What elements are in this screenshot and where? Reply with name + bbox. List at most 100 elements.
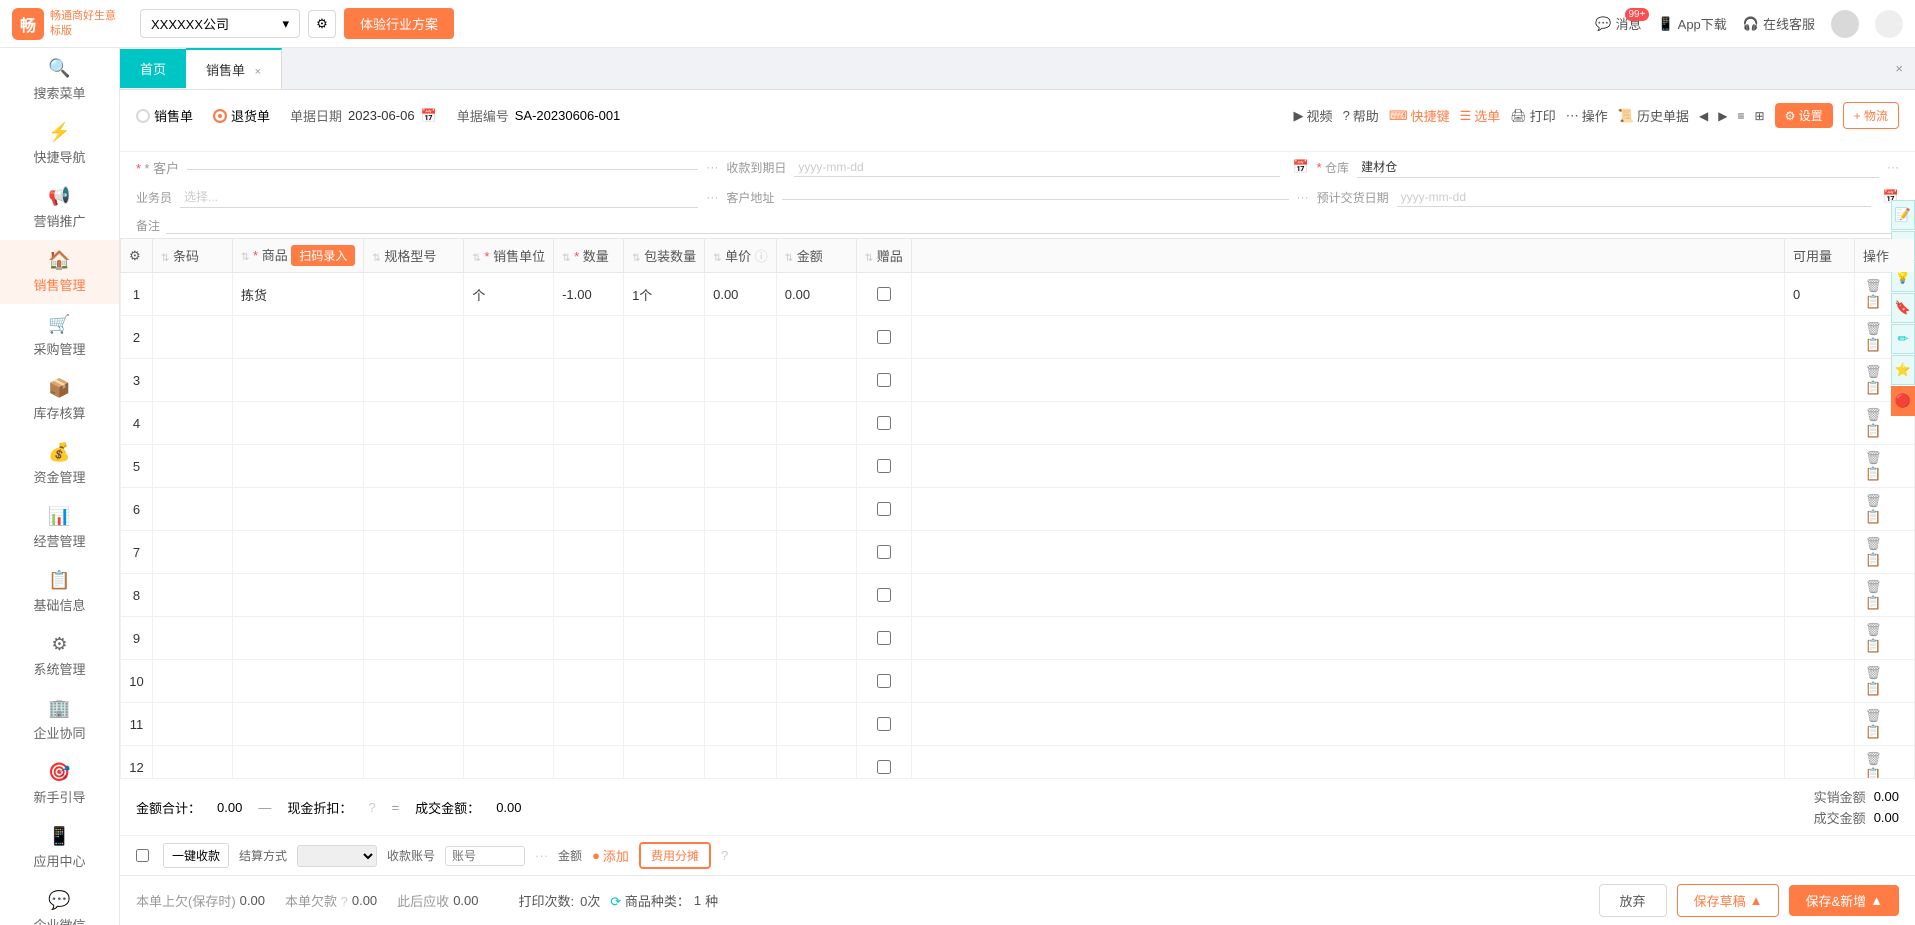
cell-product-11[interactable] (233, 746, 364, 779)
cell-unit-5[interactable] (464, 488, 554, 531)
cell-product-7[interactable] (233, 574, 364, 617)
expense-btn[interactable]: 费用分摊 (639, 842, 711, 869)
cell-price-10[interactable] (705, 703, 777, 746)
cell-gift-8[interactable] (856, 617, 911, 660)
cell-amount-2[interactable] (776, 359, 856, 402)
cell-gift-1[interactable] (856, 316, 911, 359)
cell-product-10[interactable] (233, 703, 364, 746)
salesperson-dots-btn[interactable]: ··· (706, 190, 718, 204)
cell-qty-9[interactable] (554, 660, 624, 703)
delete-btn-6[interactable]: 🗑 (1865, 536, 1882, 551)
cell-spec-2[interactable] (364, 359, 464, 402)
customer-value[interactable] (187, 165, 698, 170)
remark-input[interactable] (166, 216, 1899, 234)
cell-price-9[interactable] (705, 660, 777, 703)
cell-unit-2[interactable] (464, 359, 554, 402)
sidebar-item-purchase[interactable]: 🛒 采购管理 (0, 304, 119, 368)
cell-spec-4[interactable] (364, 445, 464, 488)
cell-product-6[interactable] (233, 531, 364, 574)
cell-amount-6[interactable] (776, 531, 856, 574)
cell-pack-9[interactable] (624, 660, 705, 703)
sidebar-item-newbie[interactable]: 🎯 新手引导 (0, 752, 119, 816)
cell-unit-4[interactable] (464, 445, 554, 488)
dots-btn[interactable]: ··· (535, 848, 548, 863)
delete-btn-4[interactable]: 🗑 (1865, 450, 1882, 465)
cell-spec-11[interactable] (364, 746, 464, 779)
cell-price-5[interactable] (705, 488, 777, 531)
cell-barcode-10[interactable] (153, 703, 233, 746)
scan-input-btn[interactable]: 扫码录入 (291, 245, 355, 266)
online-support-button[interactable]: 🎧 在线客服 (1743, 14, 1815, 33)
delete-btn-7[interactable]: 🗑 (1865, 579, 1882, 594)
cell-pack-5[interactable] (624, 488, 705, 531)
cell-unit-3[interactable] (464, 402, 554, 445)
cell-spec-8[interactable] (364, 617, 464, 660)
price-info-icon[interactable]: ⓘ (755, 249, 768, 264)
expense-help-icon[interactable]: ? (721, 848, 728, 863)
cell-barcode-11[interactable] (153, 746, 233, 779)
copy-btn-10[interactable]: 📋 (1865, 724, 1881, 739)
expected-delivery-value[interactable]: yyyy-mm-dd (1397, 188, 1871, 207)
copy-btn-2[interactable]: 📋 (1865, 380, 1881, 395)
cell-price-6[interactable] (705, 531, 777, 574)
cell-amount-5[interactable] (776, 488, 856, 531)
account-input[interactable] (445, 846, 525, 866)
gift-checkbox-7[interactable] (877, 588, 891, 602)
cell-qty-0[interactable]: -1.00 (554, 273, 624, 316)
tab-close-all[interactable]: × (1895, 61, 1915, 76)
cell-spec-1[interactable] (364, 316, 464, 359)
gift-checkbox-9[interactable] (877, 674, 891, 688)
cell-qty-11[interactable] (554, 746, 624, 779)
cell-gift-9[interactable] (856, 660, 911, 703)
cell-gift-10[interactable] (856, 703, 911, 746)
cell-unit-1[interactable] (464, 316, 554, 359)
cell-pack-4[interactable] (624, 445, 705, 488)
delete-btn-9[interactable]: 🗑 (1865, 665, 1882, 680)
one-click-btn[interactable]: 一键收款 (163, 843, 229, 868)
cell-qty-6[interactable] (554, 531, 624, 574)
cell-amount-8[interactable] (776, 617, 856, 660)
cell-pack-6[interactable] (624, 531, 705, 574)
cell-amount-9[interactable] (776, 660, 856, 703)
customer-address-value[interactable] (782, 195, 1288, 200)
gift-checkbox-6[interactable] (877, 545, 891, 559)
warehouse-dots-btn[interactable]: ··· (1887, 160, 1899, 174)
sidebar-item-marketing[interactable]: 📢 营销推广 (0, 176, 119, 240)
cell-spec-10[interactable] (364, 703, 464, 746)
cell-price-7[interactable] (705, 574, 777, 617)
cell-price-4[interactable] (705, 445, 777, 488)
grid-view-btn[interactable]: ⊞ (1755, 109, 1765, 123)
sidebar-item-operation[interactable]: 📊 经营管理 (0, 496, 119, 560)
sidebar-item-finance[interactable]: 💰 资金管理 (0, 432, 119, 496)
cell-barcode-5[interactable] (153, 488, 233, 531)
actions-btn[interactable]: ⋯ 操作 (1566, 106, 1608, 125)
cell-amount-4[interactable] (776, 445, 856, 488)
cell-barcode-9[interactable] (153, 660, 233, 703)
debt-info-icon[interactable]: ? (341, 894, 348, 909)
cell-pack-8[interactable] (624, 617, 705, 660)
print-btn[interactable]: 🖨 打印 (1510, 106, 1556, 125)
cell-barcode-2[interactable] (153, 359, 233, 402)
copy-btn-5[interactable]: 📋 (1865, 509, 1881, 524)
cell-qty-8[interactable] (554, 617, 624, 660)
sidebar-item-wechat[interactable]: 💬 企业微信 (0, 880, 119, 925)
cell-barcode-0[interactable] (153, 273, 233, 316)
cell-pack-3[interactable] (624, 402, 705, 445)
cell-product-0[interactable]: 拣货 (233, 273, 364, 316)
payment-due-calendar-icon[interactable]: 📅 (1292, 159, 1308, 175)
rfp-btn-7[interactable]: 🔴 (1891, 386, 1915, 416)
cell-product-8[interactable] (233, 617, 364, 660)
sidebar-item-sales[interactable]: 🏠 销售管理 (0, 240, 119, 304)
delete-btn-3[interactable]: 🗑 (1865, 407, 1882, 422)
cell-price-3[interactable] (705, 402, 777, 445)
delete-btn-0[interactable]: 🗑 (1865, 278, 1882, 293)
th-settings[interactable]: ⚙ (121, 239, 153, 273)
cell-spec-5[interactable] (364, 488, 464, 531)
delete-btn-1[interactable]: 🗑 (1865, 321, 1882, 336)
cell-barcode-1[interactable] (153, 316, 233, 359)
trial-button[interactable]: 体验行业方案 (344, 8, 454, 39)
user-avatar[interactable] (1831, 10, 1859, 38)
sidebar-item-appstore[interactable]: 📱 应用中心 (0, 816, 119, 880)
cell-unit-8[interactable] (464, 617, 554, 660)
cell-pack-7[interactable] (624, 574, 705, 617)
